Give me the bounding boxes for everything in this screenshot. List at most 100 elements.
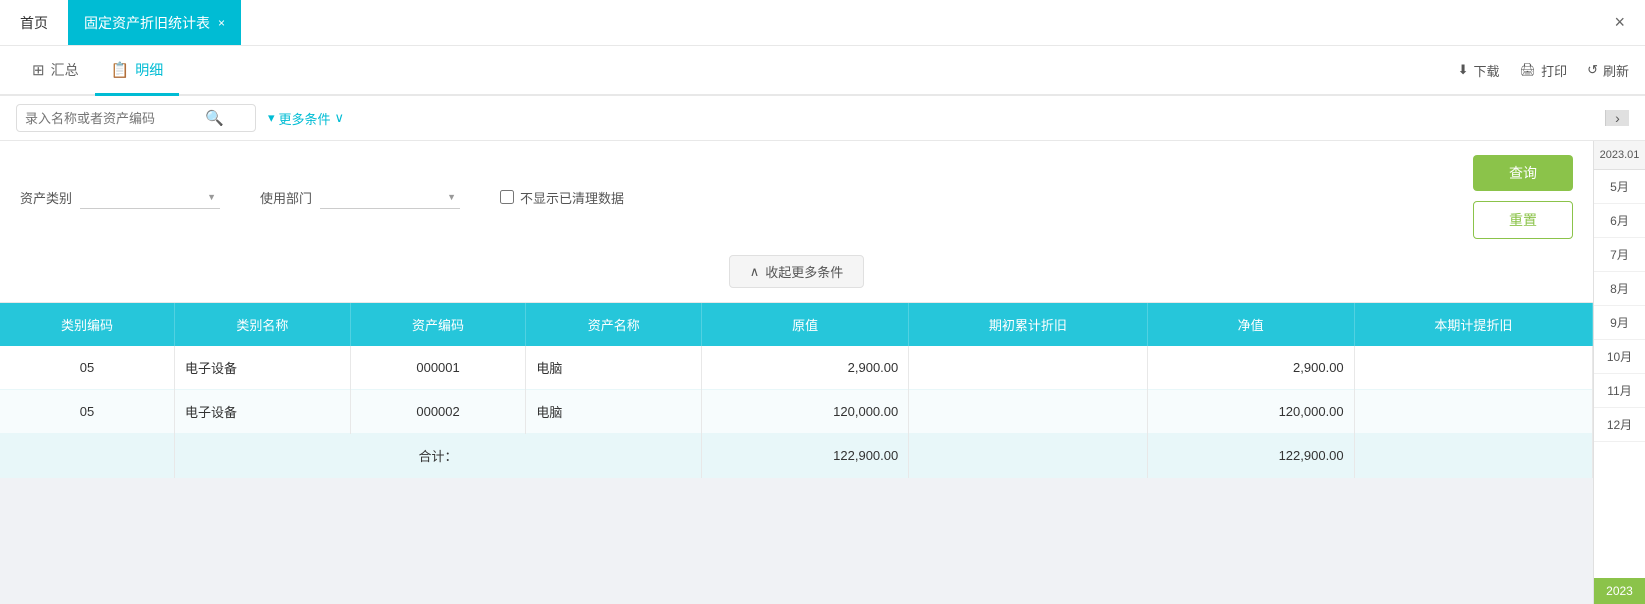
hide-cleared-label: 不显示已清理数据 (520, 188, 624, 207)
filter-actions: 查询 重置 (1473, 155, 1573, 239)
query-button[interactable]: 查询 (1473, 155, 1573, 191)
nav-tab-fixed-assets[interactable]: 固定资产折旧统计表 × (68, 0, 241, 45)
table-body: 05 电子设备 000001 电脑 2,900.00 2,900.00 05 电… (0, 346, 1593, 478)
tab-detail-label: 明细 (135, 60, 163, 80)
total-net-value: 122,900.00 (1147, 434, 1354, 478)
collapse-filters-button[interactable]: ∧ 收起更多条件 (729, 255, 865, 288)
search-input[interactable] (25, 111, 205, 126)
content-area: 资产类别 使用部门 (0, 141, 1593, 604)
sidebar-month-8[interactable]: 8月 (1594, 272, 1645, 306)
cell-accumulated-depreciation (909, 390, 1147, 434)
scroll-right-chevron[interactable]: › (1605, 110, 1629, 126)
table-row: 05 电子设备 000002 电脑 120,000.00 120,000.00 (0, 390, 1593, 434)
summary-icon: ⊞ (32, 61, 45, 79)
total-original-value: 122,900.00 (702, 434, 909, 478)
col-header-asset-name: 资产名称 (526, 303, 702, 346)
total-icon-cell (0, 434, 175, 478)
cell-asset-code: 000001 (350, 346, 526, 390)
search-icon[interactable]: 🔍 (205, 109, 224, 127)
tab-summary-label: 汇总 (51, 60, 79, 80)
table-header: 类别编码 类别名称 资产编码 资产名称 原值 期初累计折旧 净值 本期计提折旧 (0, 303, 1593, 346)
year-badge[interactable]: 2023 (1594, 578, 1645, 604)
print-icon: 🖨 (1520, 62, 1537, 78)
asset-category-label: 资产类别 (20, 188, 72, 207)
col-header-original-value: 原值 (702, 303, 909, 346)
detail-icon: 📋 (111, 61, 130, 79)
asset-category-filter: 资产类别 (20, 185, 220, 209)
refresh-label: 刷新 (1603, 61, 1629, 80)
filter-icon: ▾ (268, 110, 275, 126)
col-header-category-name: 类别名称 (175, 303, 351, 346)
cell-original-value: 120,000.00 (702, 390, 909, 434)
col-header-net-value: 净值 (1147, 303, 1354, 346)
cell-asset-code: 000002 (350, 390, 526, 434)
filter-btn-label: 更多条件 (279, 109, 331, 128)
cell-current-depreciation (1354, 346, 1592, 390)
hide-cleared-checkbox[interactable] (500, 190, 514, 204)
tab-detail[interactable]: 📋 明细 (95, 46, 180, 96)
hide-cleared-filter: 不显示已清理数据 (500, 188, 624, 207)
asset-category-select[interactable] (80, 185, 220, 209)
collapse-label: 收起更多条件 (765, 262, 843, 281)
total-accumulated-depreciation (909, 434, 1147, 478)
department-select-wrap (320, 185, 460, 209)
sidebar-month-11[interactable]: 11月 (1594, 374, 1645, 408)
department-select[interactable] (320, 185, 460, 209)
cell-net-value: 2,900.00 (1147, 346, 1354, 390)
cell-net-value: 120,000.00 (1147, 390, 1354, 434)
cell-accumulated-depreciation (909, 346, 1147, 390)
refresh-button[interactable]: ↺ 刷新 (1587, 61, 1629, 80)
sidebar-month-9[interactable]: 9月 (1594, 306, 1645, 340)
cell-asset-name: 电脑 (526, 390, 702, 434)
more-filters-button[interactable]: ▾ 更多条件 ∨ (268, 109, 344, 128)
cell-category-name: 电子设备 (175, 346, 351, 390)
col-header-accumulated-depreciation: 期初累计折旧 (909, 303, 1147, 346)
filter-panel: 资产类别 使用部门 (0, 141, 1593, 303)
download-label: 下载 (1474, 61, 1500, 80)
toolbar: ⊞ 汇总 📋 明细 ⬇ 下载 🖨 打印 ↺ 刷新 (0, 46, 1645, 96)
download-button[interactable]: ⬇ 下载 (1458, 61, 1500, 80)
sidebar-month-5[interactable]: 5月 (1594, 170, 1645, 204)
search-input-wrap[interactable]: 🔍 (16, 104, 256, 132)
col-header-current-depreciation: 本期计提折旧 (1354, 303, 1592, 346)
cell-asset-name: 电脑 (526, 346, 702, 390)
search-bar: 🔍 ▾ 更多条件 ∨ › (0, 96, 1645, 141)
collapse-icon: ∧ (750, 264, 760, 280)
reset-button[interactable]: 重置 (1473, 201, 1573, 239)
tab-summary[interactable]: ⊞ 汇总 (16, 46, 95, 96)
right-sidebar: 2023.01 5月 6月 7月 8月 9月 10月 11月 12月 2023 (1593, 141, 1645, 604)
refresh-icon: ↺ (1587, 62, 1598, 78)
sidebar-month-6[interactable]: 6月 (1594, 204, 1645, 238)
col-header-category-code: 类别编码 (0, 303, 175, 346)
department-label: 使用部门 (260, 188, 312, 207)
total-row: 合计： 122,900.00 122,900.00 (0, 434, 1593, 478)
filter-arrow-icon: ∨ (335, 110, 345, 126)
top-nav: 首页 固定资产折旧统计表 × × (0, 0, 1645, 46)
download-icon: ⬇ (1458, 62, 1469, 78)
print-label: 打印 (1541, 61, 1567, 80)
cell-category-code: 05 (0, 346, 175, 390)
main-layout: 资产类别 使用部门 (0, 141, 1645, 604)
sidebar-month-7[interactable]: 7月 (1594, 238, 1645, 272)
window-close-button[interactable]: × (1614, 12, 1645, 33)
filter-row: 资产类别 使用部门 (20, 155, 1573, 239)
cell-original-value: 2,900.00 (702, 346, 909, 390)
col-header-asset-code: 资产编码 (350, 303, 526, 346)
asset-category-select-wrap (80, 185, 220, 209)
table-container: 类别编码 类别名称 资产编码 资产名称 原值 期初累计折旧 净值 本期计提折旧 … (0, 303, 1593, 604)
print-button[interactable]: 🖨 打印 (1520, 61, 1568, 80)
table-row: 05 电子设备 000001 电脑 2,900.00 2,900.00 (0, 346, 1593, 390)
nav-tab-label: 固定资产折旧统计表 (84, 13, 210, 33)
nav-tab-close[interactable]: × (218, 16, 225, 30)
sidebar-month-10[interactable]: 10月 (1594, 340, 1645, 374)
toolbar-right: ⬇ 下载 🖨 打印 ↺ 刷新 (1458, 46, 1629, 94)
department-filter: 使用部门 (260, 185, 460, 209)
data-table: 类别编码 类别名称 资产编码 资产名称 原值 期初累计折旧 净值 本期计提折旧 … (0, 303, 1593, 478)
cell-current-depreciation (1354, 390, 1592, 434)
cell-category-name: 电子设备 (175, 390, 351, 434)
sidebar-month-12[interactable]: 12月 (1594, 408, 1645, 442)
cell-category-code: 05 (0, 390, 175, 434)
sidebar-date-header: 2023.01 (1594, 141, 1645, 170)
total-current-depreciation (1354, 434, 1592, 478)
nav-home[interactable]: 首页 (0, 0, 68, 45)
